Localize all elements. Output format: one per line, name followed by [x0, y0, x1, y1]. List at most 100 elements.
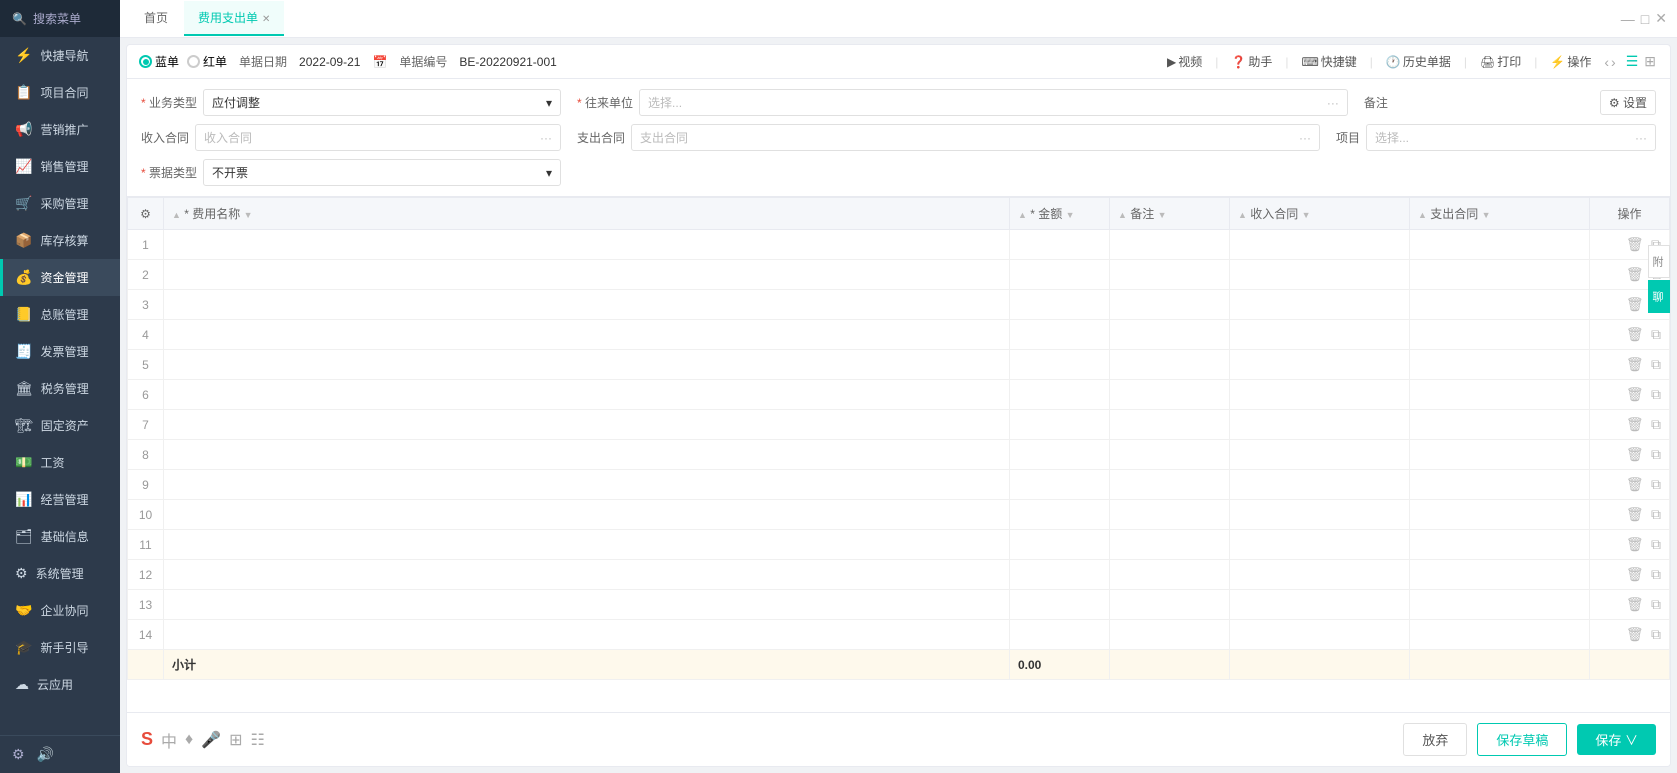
mic-icon[interactable]: 🎤	[201, 730, 221, 750]
row-name[interactable]	[164, 500, 1010, 530]
row-delete-btn[interactable]: 🗑	[1626, 536, 1644, 552]
row-expense-contract[interactable]	[1410, 350, 1590, 380]
sidebar-item-payroll[interactable]: 💵工资	[0, 444, 120, 481]
row-delete-btn[interactable]: 🗑	[1626, 506, 1644, 522]
row-copy-btn[interactable]: ⧉	[1651, 506, 1661, 522]
video-btn[interactable]: ▶ 视频	[1162, 51, 1207, 72]
row-income-contract[interactable]	[1230, 500, 1410, 530]
name-col-header[interactable]: ▲ * 费用名称 ▼	[164, 198, 1010, 230]
row-expense-contract[interactable]	[1410, 380, 1590, 410]
help-btn[interactable]: ❓ 助手	[1226, 51, 1277, 72]
invoice-type-select[interactable]: 不开票 ▾	[203, 159, 561, 186]
next-arrow[interactable]: ›	[1611, 54, 1616, 70]
row-name[interactable]	[164, 590, 1010, 620]
volume-icon[interactable]: 🔊	[37, 746, 54, 763]
row-delete-btn[interactable]: 🗑	[1626, 236, 1644, 252]
diamond-icon[interactable]: ♦	[185, 731, 193, 749]
settings-button[interactable]: ⚙ 设置	[1600, 90, 1656, 115]
row-name[interactable]	[164, 290, 1010, 320]
row-amount[interactable]	[1010, 560, 1110, 590]
row-expense-contract[interactable]	[1410, 470, 1590, 500]
row-name[interactable]	[164, 350, 1010, 380]
row-name[interactable]	[164, 560, 1010, 590]
row-copy-btn[interactable]: ⧉	[1651, 476, 1661, 492]
row-expense-contract[interactable]	[1410, 590, 1590, 620]
row-delete-btn[interactable]: 🗑	[1626, 296, 1644, 312]
row-note[interactable]	[1110, 470, 1230, 500]
row-amount[interactable]	[1010, 620, 1110, 650]
row-expense-contract[interactable]	[1410, 290, 1590, 320]
attachment-btn[interactable]: 附	[1648, 245, 1670, 278]
row-income-contract[interactable]	[1230, 620, 1410, 650]
row-expense-contract[interactable]	[1410, 530, 1590, 560]
row-copy-btn[interactable]: ⧉	[1651, 566, 1661, 582]
row-income-contract[interactable]	[1230, 230, 1410, 260]
counterpart-select[interactable]: 选择... ···	[639, 89, 1348, 116]
row-note[interactable]	[1110, 440, 1230, 470]
row-note[interactable]	[1110, 350, 1230, 380]
row-amount[interactable]	[1010, 470, 1110, 500]
date-value[interactable]: 2022-09-21	[299, 55, 360, 69]
row-copy-btn[interactable]: ⧉	[1651, 596, 1661, 612]
row-income-contract[interactable]	[1230, 350, 1410, 380]
row-note[interactable]	[1110, 290, 1230, 320]
row-income-contract[interactable]	[1230, 530, 1410, 560]
number-value[interactable]: BE-20220921-001	[459, 55, 556, 69]
sidebar-item-tax[interactable]: 🏛税务管理	[0, 370, 120, 407]
sidebar-search[interactable]: 🔍 搜索菜单	[0, 0, 120, 37]
sidebar-item-capital[interactable]: 💰资金管理	[0, 259, 120, 296]
sidebar-item-sales[interactable]: 📈销售管理	[0, 148, 120, 185]
row-amount[interactable]	[1010, 440, 1110, 470]
row-name[interactable]	[164, 530, 1010, 560]
sidebar-item-project-contract[interactable]: 📋项目合同	[0, 74, 120, 111]
sidebar-item-newbie[interactable]: 🎓新手引导	[0, 629, 120, 666]
row-name[interactable]	[164, 320, 1010, 350]
row-copy-btn[interactable]: ⧉	[1651, 356, 1661, 372]
history-btn[interactable]: 🕐 历史单据	[1381, 51, 1456, 72]
row-income-contract[interactable]	[1230, 260, 1410, 290]
row-expense-contract[interactable]	[1410, 440, 1590, 470]
row-copy-btn[interactable]: ⧉	[1651, 326, 1661, 342]
sidebar-item-accounting[interactable]: 📒总账管理	[0, 296, 120, 333]
expense-contract-col-header[interactable]: ▲ 支出合同 ▼	[1410, 198, 1590, 230]
row-delete-btn[interactable]: 🗑	[1626, 416, 1644, 432]
row-name[interactable]	[164, 440, 1010, 470]
expense-contract-select[interactable]: 支出合同 ···	[631, 124, 1320, 151]
sidebar-item-inventory[interactable]: 📦库存核算	[0, 222, 120, 259]
row-copy-btn[interactable]: ⧉	[1651, 446, 1661, 462]
row-expense-contract[interactable]	[1410, 500, 1590, 530]
menu-icon[interactable]: ☷	[251, 730, 265, 750]
discard-button[interactable]: 放弃	[1403, 723, 1467, 756]
row-note[interactable]	[1110, 590, 1230, 620]
sidebar-item-purchase[interactable]: 🛒采购管理	[0, 185, 120, 222]
row-income-contract[interactable]	[1230, 290, 1410, 320]
red-radio[interactable]: 红单	[187, 53, 227, 70]
row-amount[interactable]	[1010, 590, 1110, 620]
sidebar-item-base[interactable]: 🗂基础信息	[0, 518, 120, 555]
save-button[interactable]: 保存 ∨	[1577, 724, 1656, 755]
row-income-contract[interactable]	[1230, 560, 1410, 590]
row-name[interactable]	[164, 380, 1010, 410]
blue-radio[interactable]: 蓝单	[139, 53, 179, 70]
row-amount[interactable]	[1010, 230, 1110, 260]
row-income-contract[interactable]	[1230, 380, 1410, 410]
row-amount[interactable]	[1010, 530, 1110, 560]
tab-expense[interactable]: 费用支出单✕	[184, 1, 284, 36]
row-delete-btn[interactable]: 🗑	[1626, 266, 1644, 282]
grid-view-btn[interactable]: ⊞	[1642, 51, 1658, 72]
sidebar-item-cloud[interactable]: ☁云应用	[0, 666, 120, 703]
row-copy-btn[interactable]: ⧉	[1651, 416, 1661, 432]
window-maximize[interactable]: □	[1641, 11, 1649, 27]
row-expense-contract[interactable]	[1410, 230, 1590, 260]
biz-type-select[interactable]: 应付调整 ▾	[203, 89, 561, 116]
action-btn[interactable]: ⚡ 操作	[1545, 51, 1596, 72]
sidebar-item-quick-nav[interactable]: ⚡快捷导航	[0, 37, 120, 74]
row-delete-btn[interactable]: 🗑	[1626, 446, 1644, 462]
row-amount[interactable]	[1010, 290, 1110, 320]
sidebar-item-assets[interactable]: 🏗固定资产	[0, 407, 120, 444]
row-name[interactable]	[164, 620, 1010, 650]
row-expense-contract[interactable]	[1410, 260, 1590, 290]
project-select[interactable]: 选择... ···	[1366, 124, 1656, 151]
row-copy-btn[interactable]: ⧉	[1651, 536, 1661, 552]
row-delete-btn[interactable]: 🗑	[1626, 596, 1644, 612]
